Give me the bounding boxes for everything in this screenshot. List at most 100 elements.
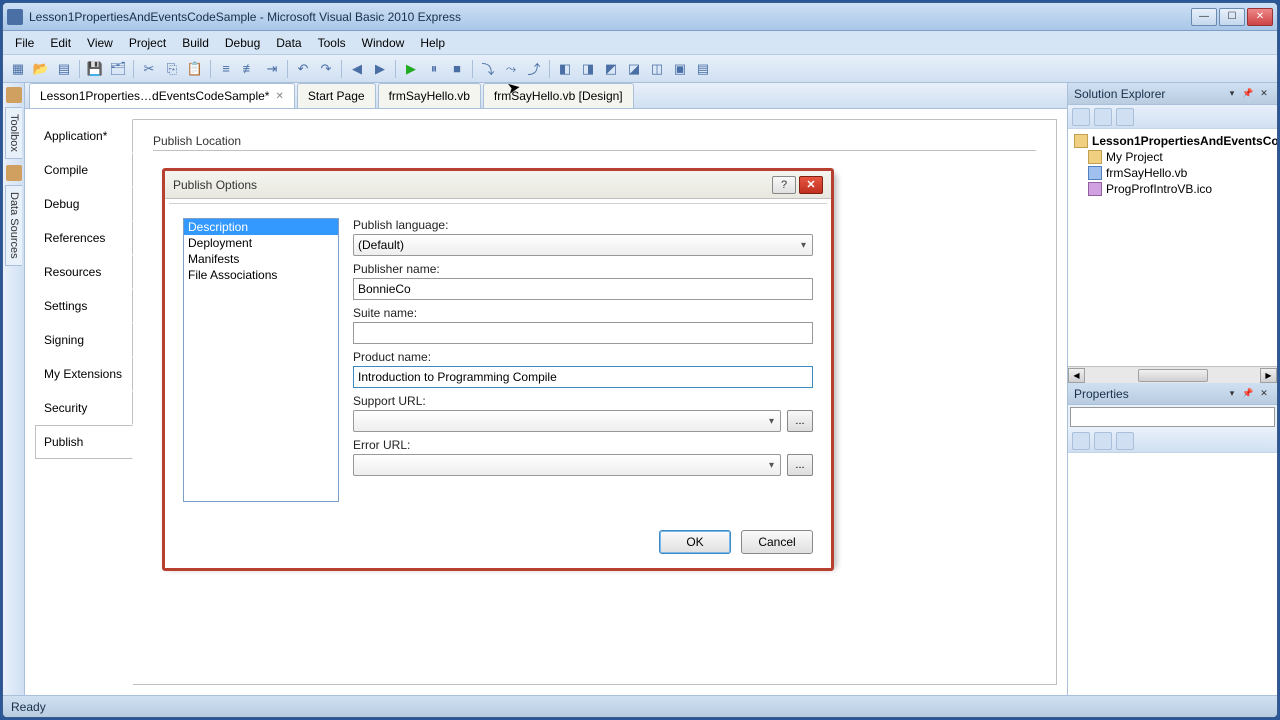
nav-security[interactable]: Security <box>35 391 133 425</box>
datasources-tab[interactable]: Data Sources <box>5 185 22 266</box>
close-button[interactable]: ✕ <box>1247 8 1273 26</box>
properties-grid[interactable] <box>1068 453 1277 695</box>
nav-signing[interactable]: Signing <box>35 323 133 357</box>
panel-close-icon[interactable]: ✕ <box>1257 87 1271 101</box>
new-project-button[interactable]: ▦ <box>7 58 29 80</box>
scroll-thumb[interactable] <box>1138 369 1208 382</box>
nav-settings[interactable]: Settings <box>35 289 133 323</box>
tb-misc-5[interactable]: ◫ <box>646 58 668 80</box>
error-url-label: Error URL: <box>353 438 813 452</box>
redo-button[interactable]: ↷ <box>315 58 337 80</box>
option-fileassoc[interactable]: File Associations <box>184 267 338 283</box>
nav-references[interactable]: References <box>35 221 133 255</box>
nav-back-button[interactable]: ◀ <box>346 58 368 80</box>
tree-ico[interactable]: ProgProfIntroVB.ico <box>1072 181 1273 197</box>
step-over-button[interactable]: ⤳ <box>500 58 522 80</box>
cancel-button[interactable]: Cancel <box>741 530 813 554</box>
panel-pin-icon[interactable]: 📌 <box>1241 87 1255 101</box>
menu-debug[interactable]: Debug <box>217 33 268 53</box>
uncomment-button[interactable]: ≢ <box>238 58 260 80</box>
tb-misc-6[interactable]: ▣ <box>669 58 691 80</box>
properties-object-selector[interactable] <box>1070 407 1275 427</box>
menu-window[interactable]: Window <box>354 33 413 53</box>
panel-dropdown-icon[interactable]: ▾ <box>1225 387 1239 401</box>
indent-button[interactable]: ⇥ <box>261 58 283 80</box>
solution-hscroll[interactable]: ◀ ▶ <box>1068 366 1277 383</box>
support-url-browse-button[interactable]: ... <box>787 410 813 432</box>
tab-project-designer[interactable]: Lesson1Properties…dEventsCodeSample* ✕ <box>29 83 295 108</box>
dialog-close-button[interactable]: ✕ <box>799 176 823 194</box>
menu-data[interactable]: Data <box>268 33 309 53</box>
nav-publish[interactable]: Publish <box>35 425 133 459</box>
close-tab-icon[interactable]: ✕ <box>275 91 283 102</box>
nav-application[interactable]: Application* <box>35 119 133 153</box>
tree-root[interactable]: Lesson1PropertiesAndEventsCo <box>1072 133 1273 149</box>
tb-misc-3[interactable]: ◩ <box>600 58 622 80</box>
product-name-input[interactable] <box>353 366 813 388</box>
tree-frmsayhello[interactable]: frmSayHello.vb <box>1072 165 1273 181</box>
step-into-button[interactable]: ⤵ <box>477 58 499 80</box>
maximize-button[interactable]: ☐ <box>1219 8 1245 26</box>
tb-misc-4[interactable]: ◪ <box>623 58 645 80</box>
tb-misc-7[interactable]: ▤ <box>692 58 714 80</box>
scroll-track[interactable] <box>1085 368 1260 383</box>
save-all-button[interactable]: 🗂 <box>107 58 129 80</box>
properties-icon[interactable] <box>1072 108 1090 126</box>
support-url-combo[interactable] <box>353 410 781 432</box>
open-file-button[interactable]: 📂 <box>30 58 52 80</box>
menu-project[interactable]: Project <box>121 33 174 53</box>
save-button[interactable]: 💾 <box>84 58 106 80</box>
tab-start-page[interactable]: Start Page <box>297 83 376 108</box>
copy-button[interactable]: ⎘ <box>161 58 183 80</box>
scroll-right-button[interactable]: ▶ <box>1260 368 1277 383</box>
tab-frmsayhello-code[interactable]: frmSayHello.vb <box>378 83 481 108</box>
start-debug-button[interactable]: ▶ <box>400 58 422 80</box>
menu-help[interactable]: Help <box>412 33 453 53</box>
alphabetical-icon[interactable] <box>1094 432 1112 450</box>
options-category-list[interactable]: Description Deployment Manifests File As… <box>183 218 339 502</box>
tab-frmsayhello-design[interactable]: frmSayHello.vb [Design] <box>483 83 634 108</box>
menu-tools[interactable]: Tools <box>310 33 354 53</box>
menu-build[interactable]: Build <box>174 33 217 53</box>
show-all-icon[interactable] <box>1094 108 1112 126</box>
panel-close-icon[interactable]: ✕ <box>1257 387 1271 401</box>
suite-name-input[interactable] <box>353 322 813 344</box>
option-description[interactable]: Description <box>184 219 338 235</box>
break-button[interactable]: ⏸ <box>423 58 445 80</box>
property-pages-icon[interactable] <box>1116 432 1134 450</box>
option-manifests[interactable]: Manifests <box>184 251 338 267</box>
panel-pin-icon[interactable]: 📌 <box>1241 387 1255 401</box>
tb-misc-1[interactable]: ◧ <box>554 58 576 80</box>
refresh-icon[interactable] <box>1116 108 1134 126</box>
nav-compile[interactable]: Compile <box>35 153 133 187</box>
minimize-button[interactable]: — <box>1191 8 1217 26</box>
undo-button[interactable]: ↶ <box>292 58 314 80</box>
toolbox-tab[interactable]: Toolbox <box>5 107 22 159</box>
publish-language-combo[interactable]: (Default) <box>353 234 813 256</box>
comment-button[interactable]: ≡ <box>215 58 237 80</box>
paste-button[interactable]: 📋 <box>184 58 206 80</box>
tree-myproject[interactable]: My Project <box>1072 149 1273 165</box>
nav-resources[interactable]: Resources <box>35 255 133 289</box>
menu-view[interactable]: View <box>79 33 121 53</box>
step-out-button[interactable]: ⤴ <box>523 58 545 80</box>
scroll-left-button[interactable]: ◀ <box>1068 368 1085 383</box>
menu-file[interactable]: File <box>7 33 42 53</box>
nav-myextensions[interactable]: My Extensions <box>35 357 133 391</box>
publisher-name-input[interactable] <box>353 278 813 300</box>
solution-tree[interactable]: Lesson1PropertiesAndEventsCo My Project … <box>1068 129 1277 366</box>
panel-dropdown-icon[interactable]: ▾ <box>1225 87 1239 101</box>
nav-debug[interactable]: Debug <box>35 187 133 221</box>
menu-edit[interactable]: Edit <box>42 33 79 53</box>
stop-button[interactable]: ■ <box>446 58 468 80</box>
dialog-help-button[interactable]: ? <box>772 176 796 194</box>
categorized-icon[interactable] <box>1072 432 1090 450</box>
ok-button[interactable]: OK <box>659 530 731 554</box>
option-deployment[interactable]: Deployment <box>184 235 338 251</box>
add-item-button[interactable]: ▤ <box>53 58 75 80</box>
cut-button[interactable]: ✂ <box>138 58 160 80</box>
error-url-browse-button[interactable]: ... <box>787 454 813 476</box>
tb-misc-2[interactable]: ◨ <box>577 58 599 80</box>
nav-fwd-button[interactable]: ▶ <box>369 58 391 80</box>
error-url-combo[interactable] <box>353 454 781 476</box>
